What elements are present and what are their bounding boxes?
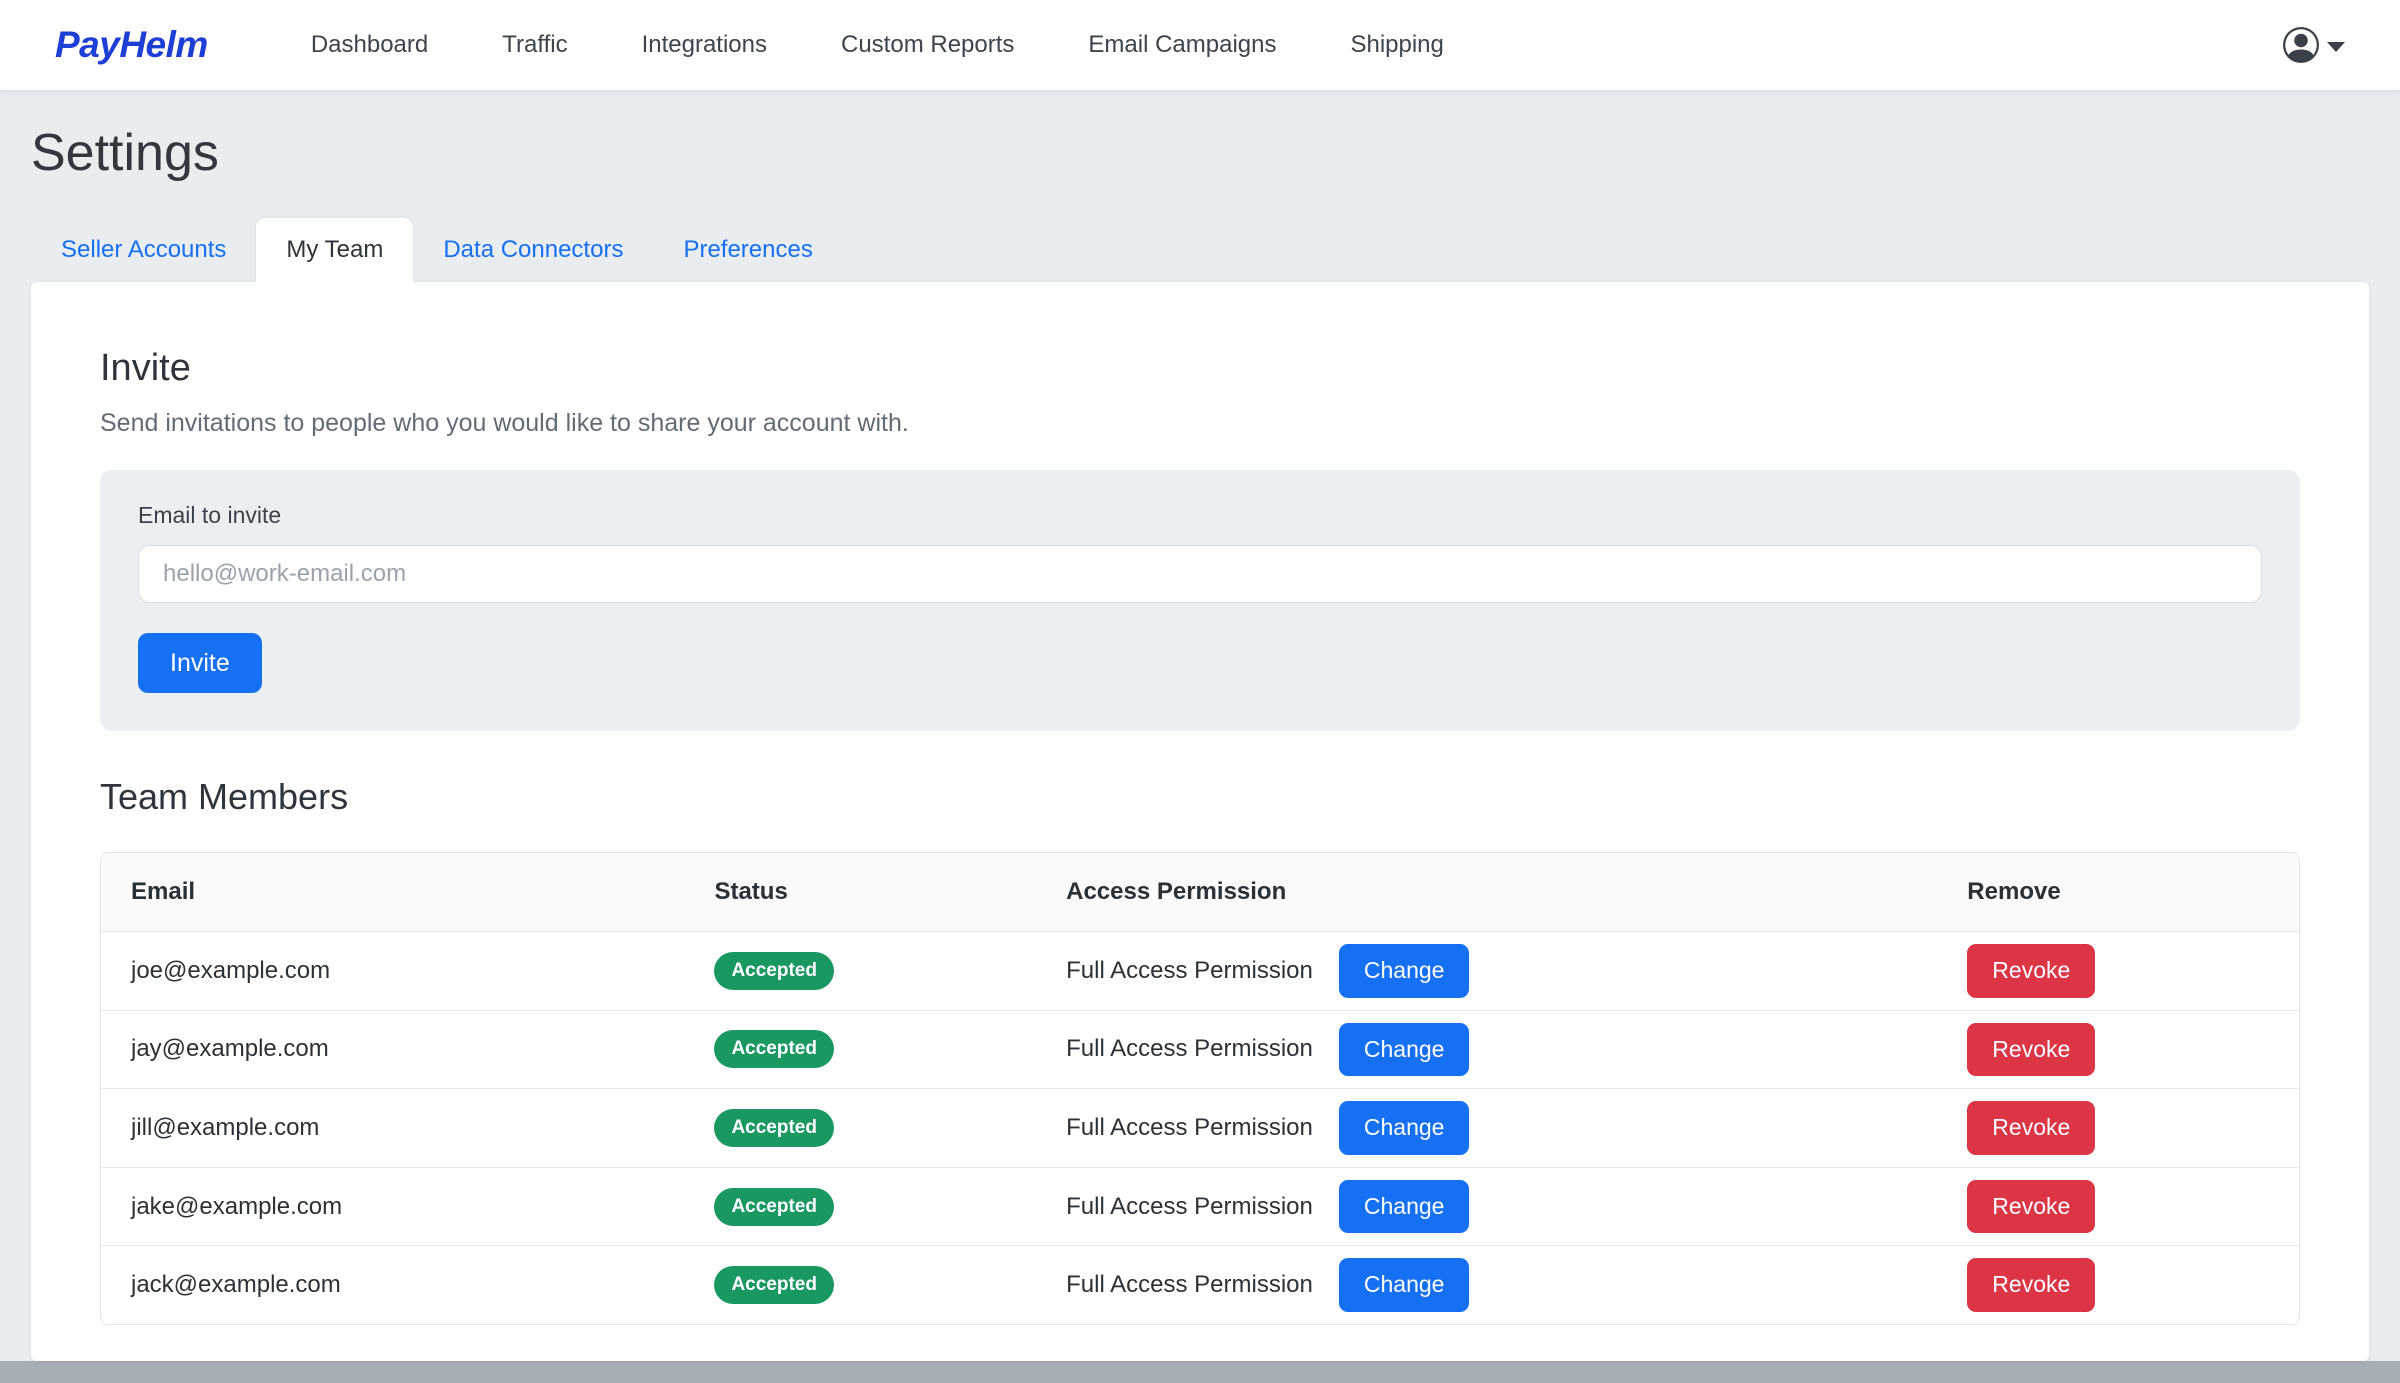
user-menu[interactable] xyxy=(2283,27,2345,63)
revoke-button[interactable]: Revoke xyxy=(1967,1101,2095,1155)
permission-label: Full Access Permission xyxy=(1066,1193,1313,1221)
invite-form: Email to invite Invite xyxy=(100,470,2300,731)
settings-page: Settings Seller Accounts My Team Data Co… xyxy=(0,124,2400,1361)
member-email: joe@example.com xyxy=(101,932,694,1011)
nav-item-traffic[interactable]: Traffic xyxy=(465,0,604,90)
settings-tabs: Seller Accounts My Team Data Connectors … xyxy=(31,218,2369,282)
permission-label: Full Access Permission xyxy=(1066,957,1313,985)
permission-label: Full Access Permission xyxy=(1066,1114,1313,1142)
invite-heading: Invite xyxy=(100,346,2300,392)
permission-label: Full Access Permission xyxy=(1066,1035,1313,1063)
invite-button[interactable]: Invite xyxy=(138,633,262,693)
change-permission-button[interactable]: Change xyxy=(1339,1180,1470,1234)
table-header-row: Email Status Access Permission Remove xyxy=(101,853,2299,932)
status-badge: Accepted xyxy=(714,1030,834,1068)
table-row: jill@example.com Accepted Full Access Pe… xyxy=(101,1089,2299,1168)
nav-item-email-campaigns[interactable]: Email Campaigns xyxy=(1051,0,1313,90)
table-row: joe@example.com Accepted Full Access Per… xyxy=(101,932,2299,1011)
brand-logo[interactable]: PayHelm xyxy=(55,24,208,66)
member-email: jack@example.com xyxy=(101,1246,694,1324)
change-permission-button[interactable]: Change xyxy=(1339,1023,1470,1077)
status-badge: Accepted xyxy=(714,1266,834,1304)
member-email: jay@example.com xyxy=(101,1010,694,1089)
permission-label: Full Access Permission xyxy=(1066,1271,1313,1299)
status-badge: Accepted xyxy=(714,1109,834,1147)
member-email: jill@example.com xyxy=(101,1089,694,1168)
tab-my-team[interactable]: My Team xyxy=(256,218,413,282)
chevron-down-icon xyxy=(2327,42,2345,52)
member-email: jake@example.com xyxy=(101,1167,694,1246)
revoke-button[interactable]: Revoke xyxy=(1967,1023,2095,1077)
main-nav: Dashboard Traffic Integrations Custom Re… xyxy=(274,0,1481,90)
nav-item-integrations[interactable]: Integrations xyxy=(605,0,804,90)
tab-seller-accounts[interactable]: Seller Accounts xyxy=(31,218,256,282)
team-members-heading: Team Members xyxy=(100,775,2300,818)
tab-data-connectors[interactable]: Data Connectors xyxy=(413,218,653,282)
nav-item-shipping[interactable]: Shipping xyxy=(1313,0,1480,90)
email-to-invite-input[interactable] xyxy=(138,545,2262,603)
change-permission-button[interactable]: Change xyxy=(1339,1101,1470,1155)
table-row: jake@example.com Accepted Full Access Pe… xyxy=(101,1167,2299,1246)
nav-item-custom-reports[interactable]: Custom Reports xyxy=(804,0,1051,90)
col-header-access-permission: Access Permission xyxy=(1046,853,1947,932)
table-row: jay@example.com Accepted Full Access Per… xyxy=(101,1010,2299,1089)
tab-preferences[interactable]: Preferences xyxy=(653,218,842,282)
change-permission-button[interactable]: Change xyxy=(1339,1258,1470,1312)
table-row: jack@example.com Accepted Full Access Pe… xyxy=(101,1246,2299,1324)
my-team-panel: Invite Send invitations to people who yo… xyxy=(31,282,2369,1361)
revoke-button[interactable]: Revoke xyxy=(1967,944,2095,998)
nav-item-dashboard[interactable]: Dashboard xyxy=(274,0,465,90)
col-header-remove: Remove xyxy=(1947,853,2299,932)
user-icon xyxy=(2283,27,2319,63)
status-badge: Accepted xyxy=(714,952,834,990)
status-badge: Accepted xyxy=(714,1188,834,1226)
col-header-email: Email xyxy=(101,853,694,932)
team-members-table: Email Status Access Permission Remove jo… xyxy=(100,852,2300,1325)
revoke-button[interactable]: Revoke xyxy=(1967,1180,2095,1234)
page-title: Settings xyxy=(31,124,2369,184)
invite-description: Send invitations to people who you would… xyxy=(100,407,2300,440)
revoke-button[interactable]: Revoke xyxy=(1967,1258,2095,1312)
top-navbar: PayHelm Dashboard Traffic Integrations C… xyxy=(0,0,2400,90)
email-to-invite-label: Email to invite xyxy=(138,502,2262,529)
col-header-status: Status xyxy=(694,853,1046,932)
bottom-strip xyxy=(0,1361,2400,1383)
change-permission-button[interactable]: Change xyxy=(1339,944,1470,998)
